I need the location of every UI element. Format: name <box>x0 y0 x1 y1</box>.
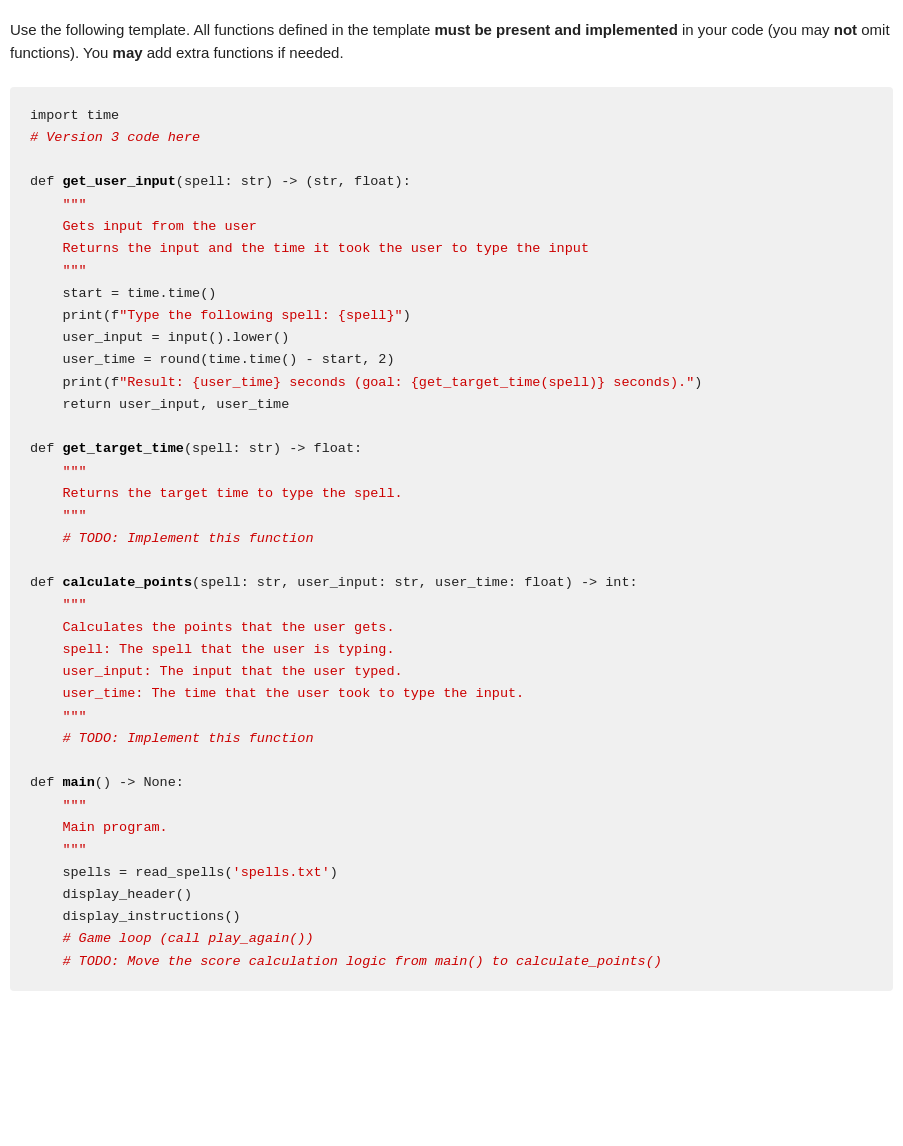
intro-text-part2: in your code (you may <box>678 21 834 38</box>
intro-bold2: not <box>834 21 857 38</box>
intro-paragraph: Use the following template. All function… <box>10 18 893 65</box>
intro-bold3: may <box>113 44 143 61</box>
intro-text-part1: Use the following template. All function… <box>10 21 434 38</box>
code-block: import time # Version 3 code here def ge… <box>10 87 893 991</box>
intro-text-end: add extra functions if needed. <box>143 44 344 61</box>
intro-bold1: must be present and implemented <box>434 21 677 38</box>
